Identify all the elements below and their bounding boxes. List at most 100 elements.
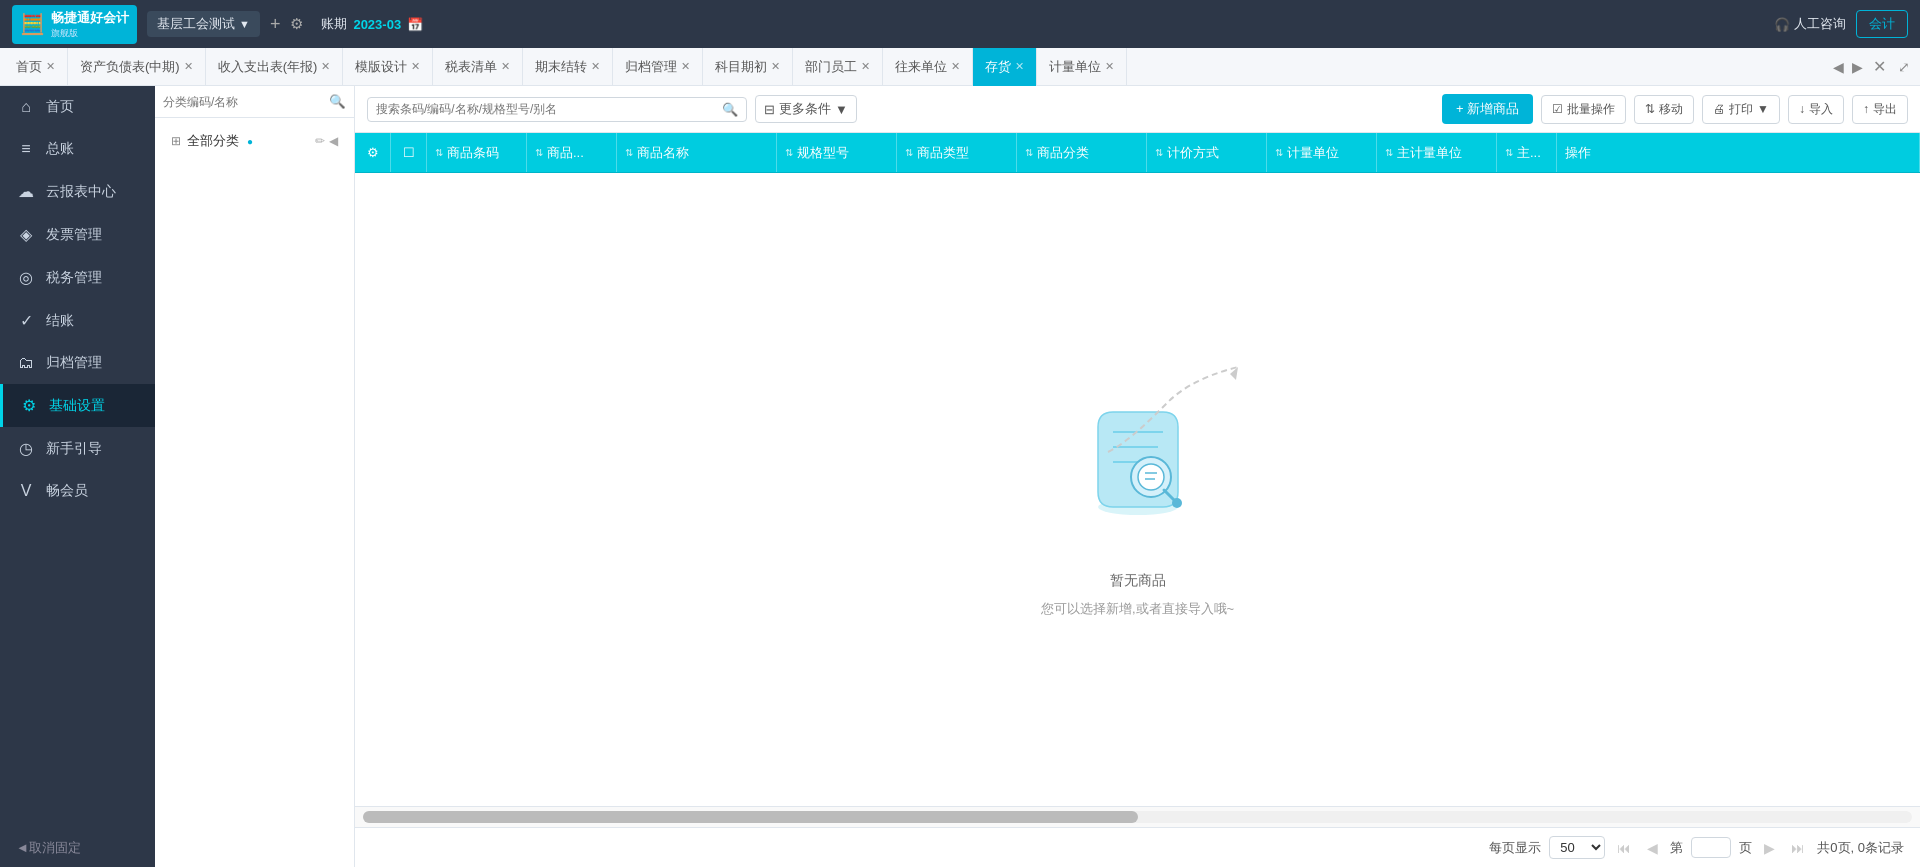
sidebar-item-结账[interactable]: ✓ 结账 <box>0 299 155 342</box>
category-search-input[interactable] <box>163 95 325 109</box>
th-main-unit[interactable]: ⇅ 主计量单位 <box>1377 133 1497 172</box>
th-type[interactable]: ⇅ 商品类型 <box>897 133 1017 172</box>
sidebar-label-税务管理: 税务管理 <box>46 269 102 287</box>
sidebar-item-税务管理[interactable]: ◎ 税务管理 <box>0 256 155 299</box>
th-spec[interactable]: ⇅ 规格型号 <box>777 133 897 172</box>
settings-icon[interactable]: ⚙ <box>290 15 303 33</box>
sidebar-item-首页[interactable]: ⌂ 首页 <box>0 86 155 128</box>
tab-税表清单[interactable]: 税表清单 ✕ <box>433 48 523 86</box>
th-checkbox[interactable]: ☐ <box>391 133 427 172</box>
tree-edit-btn[interactable]: ✏ <box>315 134 325 148</box>
tab-close-icon[interactable]: ✕ <box>411 60 420 73</box>
th-name-label: 商品名称 <box>637 144 689 162</box>
tab-科目期初[interactable]: 科目期初✕ <box>703 48 793 86</box>
print-btn[interactable]: 🖨 打印 ▼ <box>1702 95 1780 124</box>
tab-往来单位[interactable]: 往来单位✕ <box>883 48 973 86</box>
expand-btn[interactable]: ⤢ <box>1892 57 1916 77</box>
th-col3[interactable]: ⇅ 主... <box>1497 133 1557 172</box>
sidebar-item-基础设置[interactable]: ⚙ 基础设置 <box>0 384 155 427</box>
tabs-next-btn[interactable]: ▶ <box>1848 57 1867 77</box>
customer-service-btn[interactable]: 🎧 人工咨询 <box>1774 15 1846 33</box>
hscrollbar-thumb[interactable] <box>363 811 1138 823</box>
sidebar-item-发票管理[interactable]: ◈ 发票管理 <box>0 213 155 256</box>
tab-close-icon[interactable]: ✕ <box>1015 60 1024 73</box>
new-product-btn[interactable]: + 新增商品 <box>1442 94 1533 124</box>
category-search: 🔍 <box>155 86 354 118</box>
hscrollbar-track[interactable] <box>363 811 1912 823</box>
tab-close-icon[interactable]: ✕ <box>591 60 600 73</box>
sort-icon: ⇅ <box>1385 147 1393 158</box>
page-number-input[interactable]: 1 <box>1691 837 1731 858</box>
product-search-box: 🔍 <box>367 97 747 122</box>
tabs-list: 首页✕资产负债表(中期)✕收入支出表(年报)✕模版设计✕税表清单✕期末结转✕归档… <box>4 48 1829 86</box>
sort-icon: ⇅ <box>435 147 443 158</box>
th-code[interactable]: ⇅ 商品... <box>527 133 617 172</box>
sidebar-item-畅会员[interactable]: V 畅会员 <box>0 470 155 512</box>
tab-部门员工[interactable]: 部门员工 ✕ <box>793 48 883 86</box>
company-selector[interactable]: 基层工会测试 ▼ <box>147 11 260 37</box>
svg-point-8 <box>1172 498 1182 508</box>
tab-首页[interactable]: 首页✕ <box>4 48 68 86</box>
tab-label: 税表清单 <box>445 58 497 76</box>
th-name[interactable]: ⇅ 商品名称 <box>617 133 777 172</box>
batch-ops-btn[interactable]: ☑ 批量操作 <box>1541 95 1626 124</box>
move-btn[interactable]: ⇅ 移动 <box>1634 95 1694 124</box>
tab-close-icon[interactable]: ✕ <box>321 60 330 73</box>
sidebar-item-云报表中心[interactable]: ☁ 云报表中心 <box>0 170 155 213</box>
tab-收入支出表(年报)[interactable]: 收入支出表(年报)✕ <box>206 48 344 86</box>
tab-资产负债表(中期)[interactable]: 资产负债表(中期)✕ <box>68 48 206 86</box>
logo-sub: 旗舰版 <box>51 27 129 40</box>
th-price-label: 计价方式 <box>1167 144 1219 162</box>
export-btn[interactable]: ↑ 导出 <box>1852 95 1908 124</box>
print-label: 打印 <box>1729 101 1753 118</box>
tree-collapse-btn[interactable]: ◀ <box>329 134 338 148</box>
tab-close-icon[interactable]: ✕ <box>681 60 690 73</box>
tab-close-icon[interactable]: ✕ <box>184 60 193 73</box>
th-price[interactable]: ⇅ 计价方式 <box>1147 133 1267 172</box>
pagination-bar: 每页显示 50 10 20 100 ⏮ ◀ 第 1 页 ▶ ⏭ 共0页, 0条记… <box>355 827 1920 867</box>
tab-归档管理[interactable]: 归档管理✕ <box>613 48 703 86</box>
tab-期末结转[interactable]: 期末结转✕ <box>523 48 613 86</box>
next-page-btn[interactable]: ▶ <box>1760 838 1779 858</box>
tab-close-icon[interactable]: ✕ <box>861 60 870 73</box>
product-search-input[interactable] <box>376 102 718 116</box>
page-size-select[interactable]: 50 10 20 100 <box>1549 836 1605 859</box>
th-category[interactable]: ⇅ 商品分类 <box>1017 133 1147 172</box>
tab-label: 收入支出表(年报) <box>218 58 318 76</box>
account-button[interactable]: 会计 <box>1856 10 1908 38</box>
calendar-icon[interactable]: 📅 <box>407 17 423 32</box>
th-unit[interactable]: ⇅ 计量单位 <box>1267 133 1377 172</box>
tab-close-icon[interactable]: ✕ <box>46 60 55 73</box>
prev-page-btn[interactable]: ◀ <box>1643 838 1662 858</box>
tab-模版设计[interactable]: 模版设计✕ <box>343 48 433 86</box>
sidebar-icon-首页: ⌂ <box>16 98 36 116</box>
last-page-btn[interactable]: ⏭ <box>1787 838 1809 858</box>
import-btn[interactable]: ↓ 导入 <box>1788 95 1844 124</box>
tabs-prev-btn[interactable]: ◀ <box>1829 57 1848 77</box>
period-label: 账期 <box>321 15 347 33</box>
tab-close-icon[interactable]: ✕ <box>1105 60 1114 73</box>
th-settings[interactable]: ⚙ <box>355 133 391 172</box>
first-page-btn[interactable]: ⏮ <box>1613 838 1635 858</box>
tab-close-icon[interactable]: ✕ <box>951 60 960 73</box>
checkbox-icon: ☐ <box>403 145 415 160</box>
category-search-btn[interactable]: 🔍 <box>329 94 346 109</box>
search-icon[interactable]: 🔍 <box>722 102 738 117</box>
tab-label: 部门员工 <box>805 58 857 76</box>
tab-计量单位[interactable]: 计量单位✕ <box>1037 48 1127 86</box>
add-company-btn[interactable]: + <box>270 14 281 35</box>
tab-label: 存货 <box>985 58 1011 76</box>
empty-subtitle: 您可以选择新增,或者直接导入哦~ <box>1041 600 1234 618</box>
sort-icon: ⇅ <box>1505 147 1513 158</box>
th-barcode[interactable]: ⇅ 商品条码 <box>427 133 527 172</box>
sidebar-item-归档管理[interactable]: 🗂 归档管理 <box>0 342 155 384</box>
tab-close-icon[interactable]: ✕ <box>501 60 510 73</box>
tab-存货[interactable]: 存货 ✕ <box>973 48 1037 86</box>
tab-close-icon[interactable]: ✕ <box>771 60 780 73</box>
sidebar-item-总账[interactable]: ≡ 总账 <box>0 128 155 170</box>
sidebar-collapse-btn[interactable]: ◄取消固定 <box>0 829 155 867</box>
tree-item-all[interactable]: ⊞ 全部分类 ● ✏ ◀ <box>163 126 346 156</box>
more-conditions-btn[interactable]: ⊟ 更多条件 ▼ <box>755 95 857 123</box>
sidebar-item-新手引导[interactable]: ◷ 新手引导 <box>0 427 155 470</box>
close-all-tabs-btn[interactable]: ✕ <box>1867 55 1892 78</box>
